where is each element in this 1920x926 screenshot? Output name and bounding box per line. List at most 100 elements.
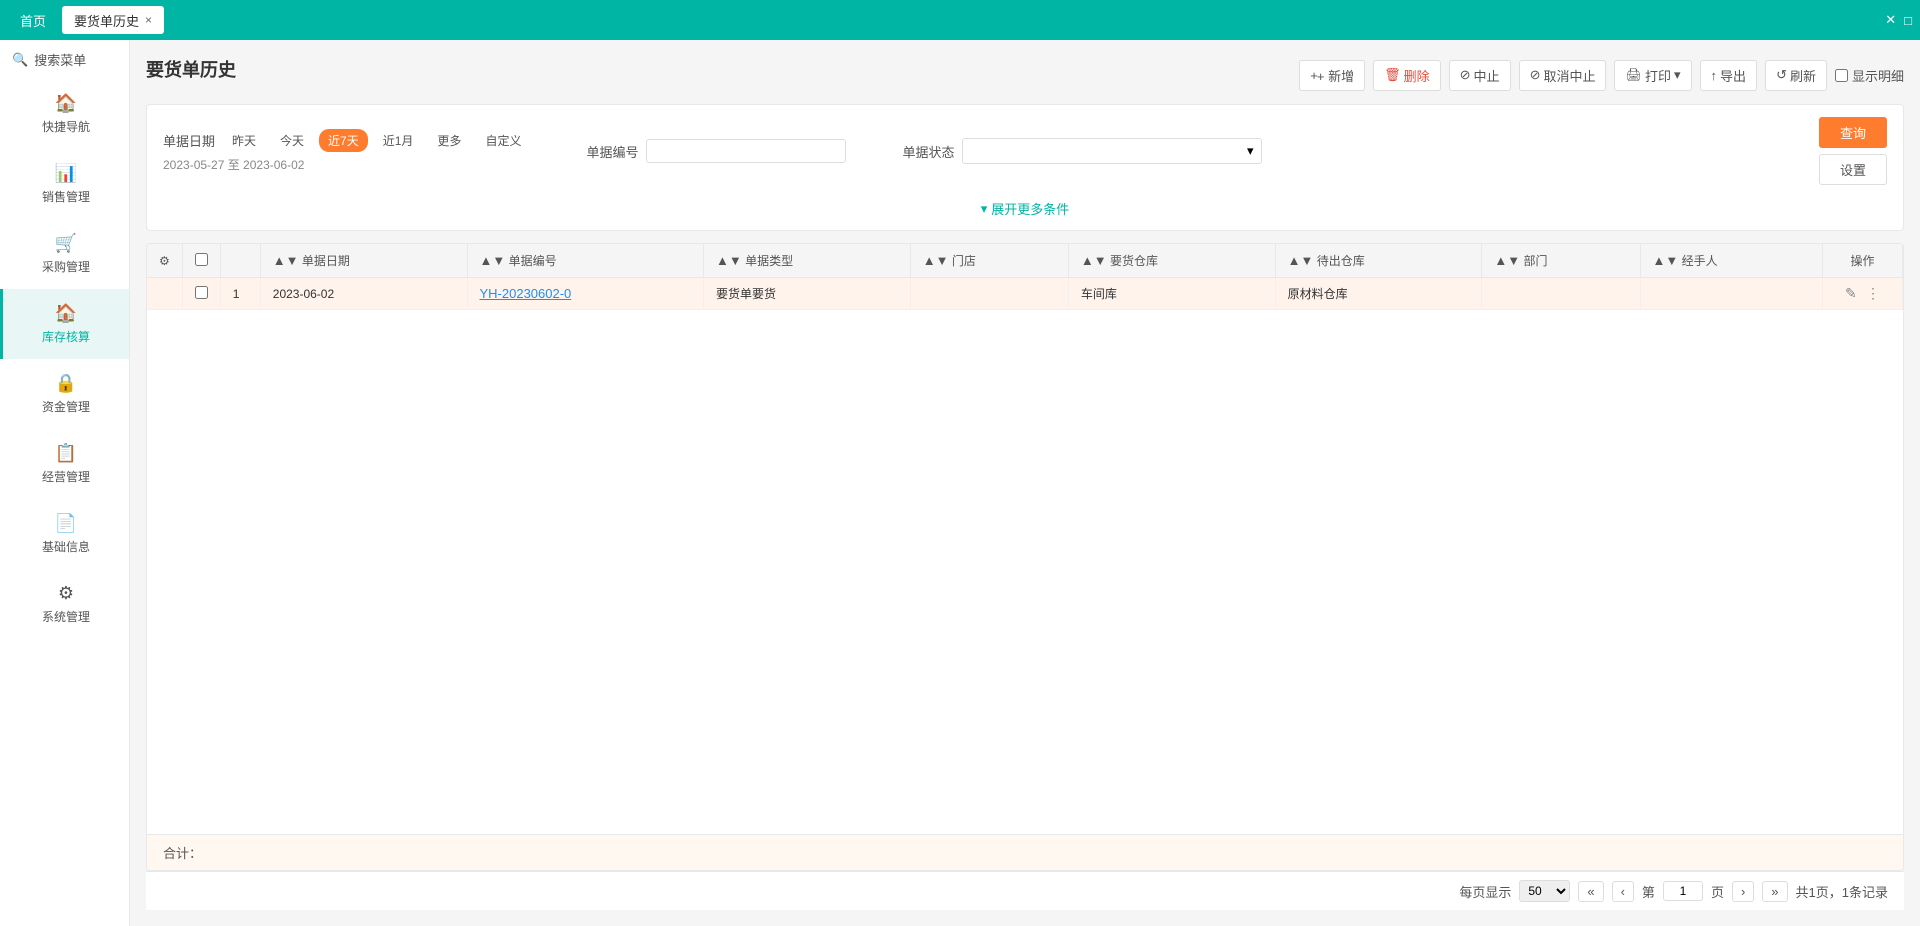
inventory-icon: 🏠	[55, 303, 77, 324]
col-handler-header[interactable]: ▲▼ 经手人	[1640, 244, 1823, 278]
table-footer: 合计：	[147, 834, 1903, 870]
lock-icon: 🔒	[55, 373, 77, 394]
status-label: 单据状态	[902, 142, 954, 161]
sidebar-item-system[interactable]: ⚙ 系统管理	[0, 569, 129, 639]
date-custom-btn[interactable]: 自定义	[476, 129, 530, 152]
status-chevron-icon: ▾	[1247, 143, 1254, 159]
table-container: ⚙ ▲▼ 单据日期 ▲▼ 单据编号	[146, 243, 1904, 871]
tab-close-icon[interactable]: ×	[145, 13, 152, 27]
order-no-link[interactable]: YH-20230602-0	[480, 286, 572, 301]
display-detail-checkbox[interactable]	[1835, 69, 1848, 82]
row-edit-icon[interactable]: ✎	[1845, 285, 1857, 301]
order-no-label: 单据编号	[586, 142, 638, 161]
window-close-icon[interactable]: ✕	[1885, 12, 1896, 28]
stop-icon: ⊘	[1460, 67, 1471, 83]
col-settings[interactable]: ⚙	[147, 244, 182, 278]
row-pending-warehouse-cell: 原材料仓库	[1275, 278, 1482, 310]
next-page-btn[interactable]: ›	[1732, 881, 1754, 902]
filter-settings-button[interactable]: 设置	[1819, 154, 1887, 185]
row-handler-cell	[1640, 278, 1823, 310]
prev-page-btn[interactable]: ‹	[1612, 881, 1634, 902]
row-index-cell: 1	[220, 278, 260, 310]
sidebar-item-quick-nav[interactable]: 🏠 快捷导航	[0, 79, 129, 149]
refresh-icon: ↺	[1776, 67, 1787, 83]
top-bar: 首页 要货单历史 × ✕ □	[0, 0, 1920, 40]
row-type-cell: 要货单要货	[704, 278, 911, 310]
sidebar-item-finance[interactable]: 🔒 资金管理	[0, 359, 129, 429]
pagination-bar: 每页显示 50 10 20 100 « ‹ 第 页 › » 共1页，1条记录	[146, 871, 1904, 910]
print-chevron-icon: ▾	[1674, 67, 1681, 83]
query-button[interactable]: 查询	[1819, 117, 1887, 148]
content-area: 要货单历史 + + 新增 🗑 删除 ⊘ 中止 ⊘ 取消中止	[130, 40, 1920, 926]
filter-row-1: 单据日期 昨天 今天 近7天 近1月 更多 自定义 2023-05-27 至 2…	[163, 117, 1887, 185]
cancel-stop-button[interactable]: ⊘ 取消中止	[1519, 60, 1607, 91]
tab-requisition-history[interactable]: 要货单历史 ×	[62, 6, 164, 34]
expand-filter-btn[interactable]: ▾ 展开更多条件	[981, 199, 1070, 218]
table-row[interactable]: 1 2023-06-02 YH-20230602-0 要货单要货 车间库 原材料…	[147, 278, 1903, 310]
col-dept-header[interactable]: ▲▼ 部门	[1482, 244, 1640, 278]
refresh-button[interactable]: ↺ 刷新	[1765, 60, 1827, 91]
print-button[interactable]: 🖨 打印 ▾	[1614, 60, 1691, 91]
date-1month-btn[interactable]: 近1月	[374, 129, 423, 152]
sidebar-item-operations[interactable]: 📋 经营管理	[0, 429, 129, 499]
export-icon: ↑	[1711, 68, 1718, 83]
col-checkbox	[182, 244, 220, 278]
per-page-select[interactable]: 50 10 20 100	[1519, 880, 1570, 902]
total-records: 共1页，1条记录	[1796, 882, 1888, 901]
clipboard-icon: 📋	[55, 443, 77, 464]
filter-action-buttons: 查询 设置	[1819, 117, 1887, 185]
sidebar-item-sales[interactable]: 📊 销售管理	[0, 149, 129, 219]
col-store-header[interactable]: ▲▼ 门店	[910, 244, 1068, 278]
table-header-row: ⚙ ▲▼ 单据日期 ▲▼ 单据编号	[147, 244, 1903, 278]
chevron-down-icon: ▾	[981, 201, 988, 217]
date-today-btn[interactable]: 今天	[271, 129, 313, 152]
col-pending-warehouse-header[interactable]: ▲▼ 待出仓库	[1275, 244, 1482, 278]
col-req-warehouse-header[interactable]: ▲▼ 要货仓库	[1068, 244, 1275, 278]
chart-icon: 📊	[55, 163, 77, 184]
top-bar-right: ✕ □	[1885, 12, 1912, 28]
window-maximize-icon[interactable]: □	[1904, 13, 1912, 28]
col-index-header	[220, 244, 260, 278]
row-date-cell: 2023-06-02	[260, 278, 467, 310]
row-store-cell	[910, 278, 1068, 310]
col-no-header[interactable]: ▲▼ 单据编号	[467, 244, 704, 278]
tab-home[interactable]: 首页	[8, 6, 58, 34]
col-op-header: 操作	[1823, 244, 1903, 278]
date-range-display: 2023-05-27 至 2023-06-02	[163, 156, 530, 173]
gear-icon: ⚙	[58, 583, 74, 604]
sidebar-item-inventory[interactable]: 🏠 库存核算	[0, 289, 129, 359]
order-no-input[interactable]	[646, 139, 846, 163]
row-req-warehouse-cell: 车间库	[1068, 278, 1275, 310]
row-checkbox[interactable]	[195, 286, 208, 299]
display-detail-checkbox-wrapper[interactable]: 显示明细	[1835, 66, 1904, 85]
row-settings-cell	[147, 278, 182, 310]
select-all-checkbox[interactable]	[195, 253, 208, 266]
date-yesterday-btn[interactable]: 昨天	[223, 129, 265, 152]
table-body: 1 2023-06-02 YH-20230602-0 要货单要货 车间库 原材料…	[147, 278, 1903, 310]
row-more-icon[interactable]: ⋮	[1866, 285, 1880, 301]
export-button[interactable]: ↑ 导出	[1700, 60, 1758, 91]
last-page-btn[interactable]: »	[1762, 881, 1787, 902]
requisition-table: ⚙ ▲▼ 单据日期 ▲▼ 单据编号	[147, 244, 1903, 310]
sidebar: 🔍 搜索菜单 🏠 快捷导航 📊 销售管理 🛒 采购管理 🏠 库存核算 🔒 资金管…	[0, 40, 130, 926]
sidebar-item-basic[interactable]: 📄 基础信息	[0, 499, 129, 569]
filter-bar: 单据日期 昨天 今天 近7天 近1月 更多 自定义 2023-05-27 至 2…	[146, 104, 1904, 231]
col-date-header[interactable]: ▲▼ 单据日期	[260, 244, 467, 278]
cart-icon: 🛒	[55, 233, 77, 254]
status-select[interactable]: ▾	[962, 138, 1262, 164]
search-icon: 🔍	[12, 52, 28, 68]
row-checkbox-cell	[182, 278, 220, 310]
page-number-input[interactable]	[1663, 881, 1703, 901]
new-button[interactable]: + + 新增	[1299, 60, 1365, 91]
search-menu-item[interactable]: 🔍 搜索菜单	[0, 40, 129, 79]
stop-button[interactable]: ⊘ 中止	[1449, 60, 1511, 91]
sidebar-item-purchase[interactable]: 🛒 采购管理	[0, 219, 129, 289]
delete-button[interactable]: 🗑 删除	[1373, 60, 1441, 91]
delete-icon: 🗑	[1384, 67, 1401, 83]
col-type-header[interactable]: ▲▼ 单据类型	[704, 244, 911, 278]
date-filter-label: 单据日期	[163, 131, 215, 150]
home-icon: 🏠	[55, 93, 77, 114]
date-7days-btn[interactable]: 近7天	[319, 129, 368, 152]
first-page-btn[interactable]: «	[1578, 881, 1603, 902]
date-more-btn[interactable]: 更多	[428, 129, 470, 152]
